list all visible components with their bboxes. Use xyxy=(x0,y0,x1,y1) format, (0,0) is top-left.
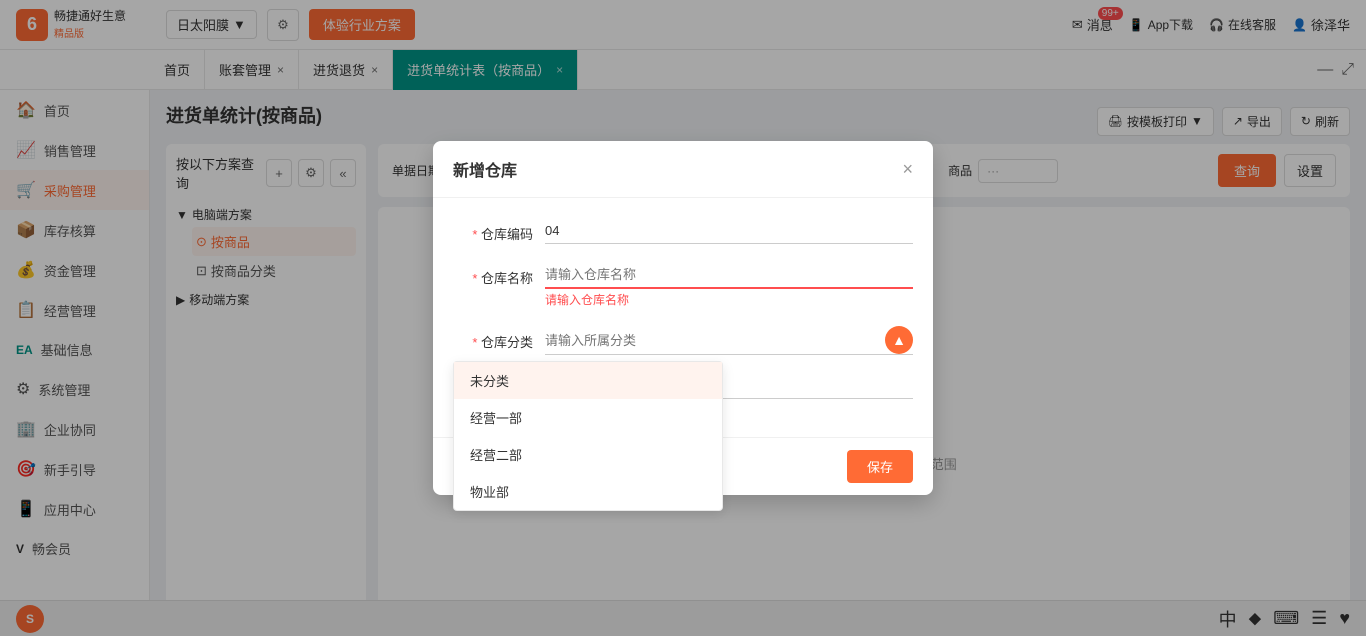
classify-input[interactable] xyxy=(545,328,885,353)
form-row-code: 仓库编码 xyxy=(453,218,913,244)
modal-overlay: 新增仓库 × 仓库编码 仓库名称 请输入仓库名称 仓库分类 xyxy=(0,0,1366,636)
dropdown-item-property[interactable]: 物业部 xyxy=(454,473,722,510)
name-input-wrapper: 请输入仓库名称 xyxy=(545,262,913,308)
dialog-title: 新增仓库 xyxy=(453,157,517,181)
form-row-classify: 仓库分类 ▲ 未分类 经营一部 经营二部 物业部 xyxy=(453,326,913,355)
code-input[interactable] xyxy=(545,218,913,244)
classify-label: 仓库分类 xyxy=(453,326,533,351)
dialog-add-warehouse: 新增仓库 × 仓库编码 仓库名称 请输入仓库名称 仓库分类 xyxy=(433,141,933,495)
dialog-body: 仓库编码 仓库名称 请输入仓库名称 仓库分类 ▲ xyxy=(433,198,933,437)
name-error-msg: 请输入仓库名称 xyxy=(545,291,913,308)
dropdown-item-dept1[interactable]: 经营一部 xyxy=(454,399,722,436)
name-input[interactable] xyxy=(545,262,913,289)
classify-input-area: ▲ 未分类 经营一部 经营二部 物业部 xyxy=(545,326,913,355)
dropdown-item-dept2[interactable]: 经营二部 xyxy=(454,436,722,473)
dropdown-item-uncategorized[interactable]: 未分类 xyxy=(454,362,722,399)
code-label: 仓库编码 xyxy=(453,218,533,243)
save-button[interactable]: 保存 xyxy=(847,450,913,483)
classify-dropdown: 未分类 经营一部 经营二部 物业部 xyxy=(453,361,723,511)
code-input-wrapper xyxy=(545,218,913,244)
classify-input-row: ▲ xyxy=(545,326,913,355)
classify-toggle-button[interactable]: ▲ xyxy=(885,326,913,354)
dialog-header: 新增仓库 × xyxy=(433,141,933,198)
name-label: 仓库名称 xyxy=(453,262,533,287)
form-row-name: 仓库名称 请输入仓库名称 xyxy=(453,262,913,308)
dialog-close-button[interactable]: × xyxy=(902,159,913,180)
